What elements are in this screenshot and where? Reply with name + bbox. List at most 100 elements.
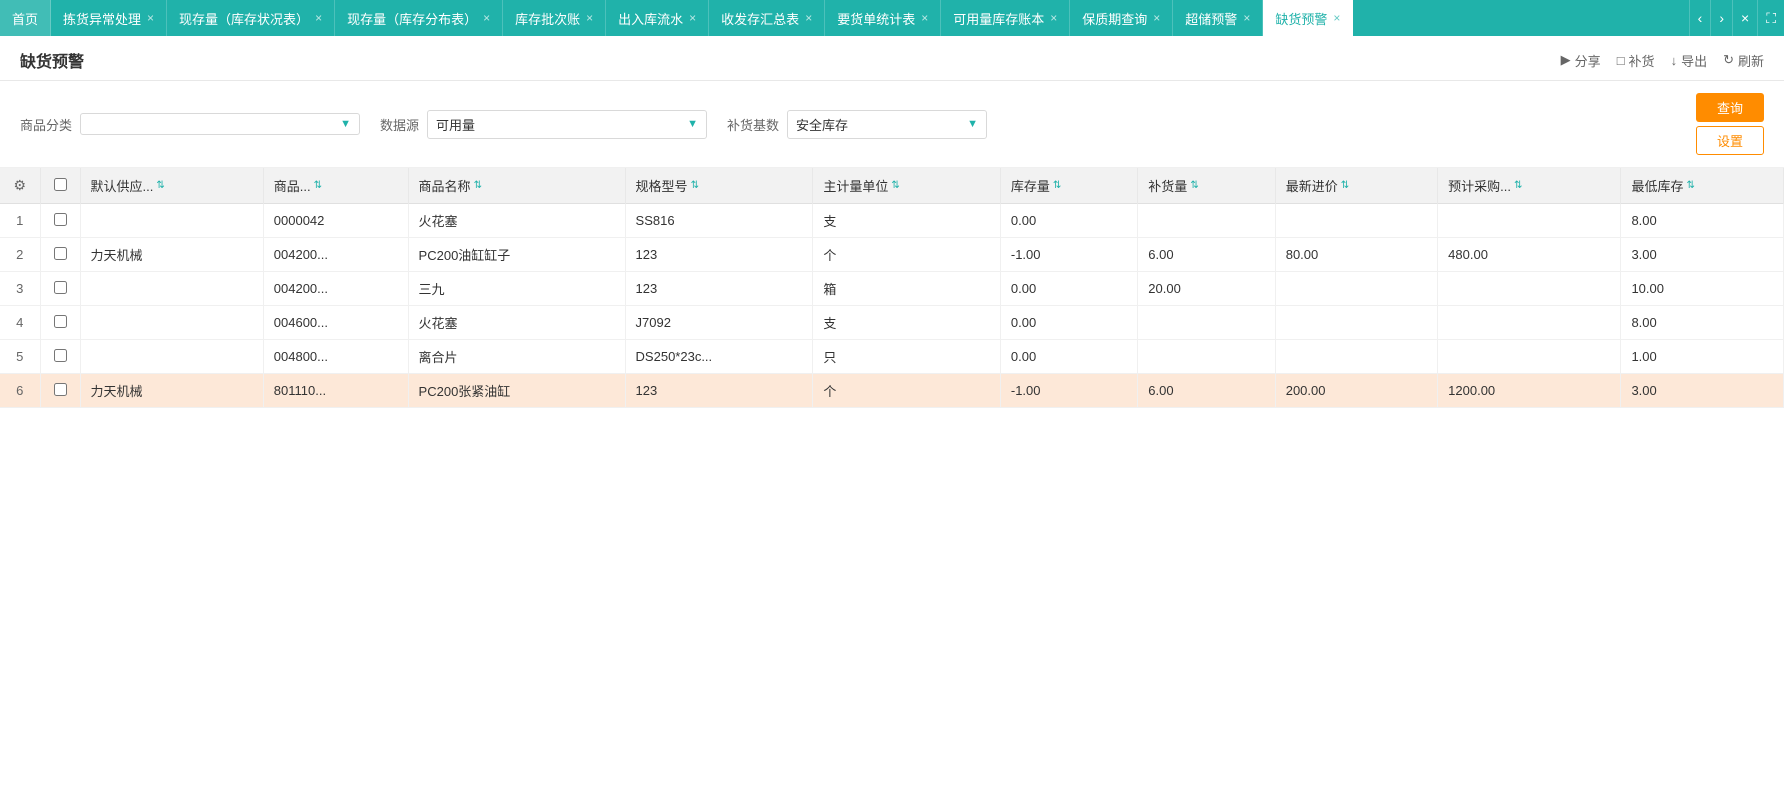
row-replenish: [1138, 204, 1275, 238]
close-tab-expiry-query[interactable]: ×: [1153, 11, 1160, 25]
close-tab-order-stat[interactable]: ×: [921, 11, 928, 25]
th-checkbox: [40, 168, 80, 204]
row-checkbox[interactable]: [54, 213, 67, 226]
close-tab-shortage[interactable]: ×: [1333, 11, 1340, 25]
th-min-stock[interactable]: 最低库存 ⇅: [1621, 168, 1784, 204]
replenish-base-select[interactable]: 安全库存 ▼: [787, 110, 987, 139]
th-replenish[interactable]: 补货量 ⇅: [1138, 168, 1275, 204]
row-spec: 123: [625, 272, 813, 306]
tab-home[interactable]: 首页: [0, 0, 51, 36]
row-checkbox[interactable]: [54, 383, 67, 396]
close-tab-overstock[interactable]: ×: [1243, 11, 1250, 25]
row-product-name: PC200油缸缸子: [408, 238, 625, 272]
export-button[interactable]: ↓ 导出: [1671, 51, 1708, 70]
th-product-code[interactable]: 商品... ⇅: [263, 168, 408, 204]
row-spec: DS250*23c...: [625, 340, 813, 374]
th-unit[interactable]: 主计量单位 ⇅: [813, 168, 1000, 204]
th-latest-price[interactable]: 最新进价 ⇅: [1275, 168, 1437, 204]
replenish-button[interactable]: □ 补货: [1617, 51, 1655, 70]
table-row: 1 0000042 火花塞 SS816 支 0.00 8.00: [0, 204, 1784, 238]
tab-available-ledger[interactable]: 可用量库存账本 ×: [941, 0, 1070, 36]
datasource-label: 数据源: [380, 115, 419, 134]
row-est-purchase: [1438, 272, 1621, 306]
th-supplier[interactable]: 默认供应... ⇅: [80, 168, 263, 204]
close-tab-inventory-dist[interactable]: ×: [483, 11, 490, 25]
row-checkbox-cell[interactable]: [40, 306, 80, 340]
row-num-cell: 2: [0, 238, 40, 272]
tab-fullscreen-button[interactable]: ⛶: [1757, 0, 1784, 36]
datasource-select[interactable]: 可用量 ▼: [427, 110, 707, 139]
row-spec: SS816: [625, 204, 813, 238]
refresh-button[interactable]: ↻ 刷新: [1723, 51, 1764, 70]
row-checkbox-cell[interactable]: [40, 238, 80, 272]
tab-inout-flow[interactable]: 出入库流水 ×: [606, 0, 709, 36]
row-supplier: [80, 306, 263, 340]
tab-inventory-dist[interactable]: 现存量（库存分布表） ×: [335, 0, 503, 36]
filter-actions: 查询 设置: [1696, 93, 1764, 155]
close-tab-inventory-status[interactable]: ×: [315, 11, 322, 25]
tab-expiry-query[interactable]: 保质期查询 ×: [1070, 0, 1173, 36]
page-header: 缺货预警 ▶ 分享 □ 补货 ↓ 导出 ↻ 刷新: [0, 36, 1784, 81]
tab-overstock[interactable]: 超储预警 ×: [1173, 0, 1263, 36]
replenish-base-filter-group: 补货基数 安全库存 ▼: [727, 110, 987, 139]
row-product-code: 004600...: [263, 306, 408, 340]
th-spec[interactable]: 规格型号 ⇅: [625, 168, 813, 204]
datasource-filter-group: 数据源 可用量 ▼: [380, 110, 707, 139]
row-spec: 123: [625, 238, 813, 272]
export-icon: ↓: [1671, 53, 1678, 68]
tab-abnormal[interactable]: 拣货异常处理 ×: [51, 0, 167, 36]
settings-button[interactable]: 设置: [1696, 126, 1764, 155]
row-est-purchase: [1438, 340, 1621, 374]
tab-recv-summary[interactable]: 收发存汇总表 ×: [709, 0, 825, 36]
row-checkbox-cell[interactable]: [40, 340, 80, 374]
row-num-cell: 6: [0, 374, 40, 408]
query-button[interactable]: 查询: [1696, 93, 1764, 122]
close-tab-available-ledger[interactable]: ×: [1050, 11, 1057, 25]
table-row: 6 力天机械 801110... PC200张紧油缸 123 个 -1.00 6…: [0, 374, 1784, 408]
category-select[interactable]: ▼: [80, 113, 360, 135]
select-all-checkbox[interactable]: [54, 178, 67, 191]
row-checkbox-cell[interactable]: [40, 204, 80, 238]
row-replenish: [1138, 340, 1275, 374]
tab-shortage[interactable]: 缺货预警 ×: [1263, 0, 1353, 36]
replenish-icon: □: [1617, 53, 1625, 68]
tab-inventory-status[interactable]: 现存量（库存状况表） ×: [167, 0, 335, 36]
share-button[interactable]: ▶ 分享: [1561, 51, 1601, 70]
th-stock[interactable]: 库存量 ⇅: [1000, 168, 1137, 204]
sort-supplier-icon: ⇅: [156, 180, 164, 191]
sort-min-stock-icon: ⇅: [1686, 180, 1694, 191]
tab-close-all-button[interactable]: ×: [1732, 0, 1757, 36]
tab-bar: 首页 拣货异常处理 × 现存量（库存状况表） × 现存量（库存分布表） × 库存…: [0, 0, 1784, 36]
row-latest-price: 80.00: [1275, 238, 1437, 272]
data-table: ⚙ 默认供应... ⇅ 商品... ⇅: [0, 168, 1784, 408]
row-num-cell: 3: [0, 272, 40, 306]
tab-order-stat[interactable]: 要货单统计表 ×: [825, 0, 941, 36]
table-row: 3 004200... 三九 123 箱 0.00 20.00 10.00: [0, 272, 1784, 306]
tab-next-button[interactable]: ›: [1710, 0, 1732, 36]
close-tab-recv-summary[interactable]: ×: [805, 11, 812, 25]
tab-prev-button[interactable]: ‹: [1689, 0, 1711, 36]
table-row: 2 力天机械 004200... PC200油缸缸子 123 个 -1.00 6…: [0, 238, 1784, 272]
close-tab-inout-flow[interactable]: ×: [689, 11, 696, 25]
th-est-purchase[interactable]: 预计采购... ⇅: [1438, 168, 1621, 204]
row-replenish: 20.00: [1138, 272, 1275, 306]
row-checkbox-cell[interactable]: [40, 374, 80, 408]
close-tab-batch-account[interactable]: ×: [586, 11, 593, 25]
row-product-code: 0000042: [263, 204, 408, 238]
row-supplier: 力天机械: [80, 238, 263, 272]
row-checkbox[interactable]: [54, 349, 67, 362]
row-unit: 支: [813, 306, 1000, 340]
row-checkbox[interactable]: [54, 315, 67, 328]
close-tab-abnormal[interactable]: ×: [147, 11, 154, 25]
row-product-code: 004800...: [263, 340, 408, 374]
row-checkbox[interactable]: [54, 281, 67, 294]
row-product-code: 004200...: [263, 272, 408, 306]
column-settings-icon[interactable]: ⚙: [13, 177, 26, 193]
row-checkbox[interactable]: [54, 247, 67, 260]
tab-batch-account[interactable]: 库存批次账 ×: [503, 0, 606, 36]
th-settings[interactable]: ⚙: [0, 168, 40, 204]
row-latest-price: [1275, 204, 1437, 238]
th-product-name[interactable]: 商品名称 ⇅: [408, 168, 625, 204]
row-checkbox-cell[interactable]: [40, 272, 80, 306]
row-unit: 支: [813, 204, 1000, 238]
